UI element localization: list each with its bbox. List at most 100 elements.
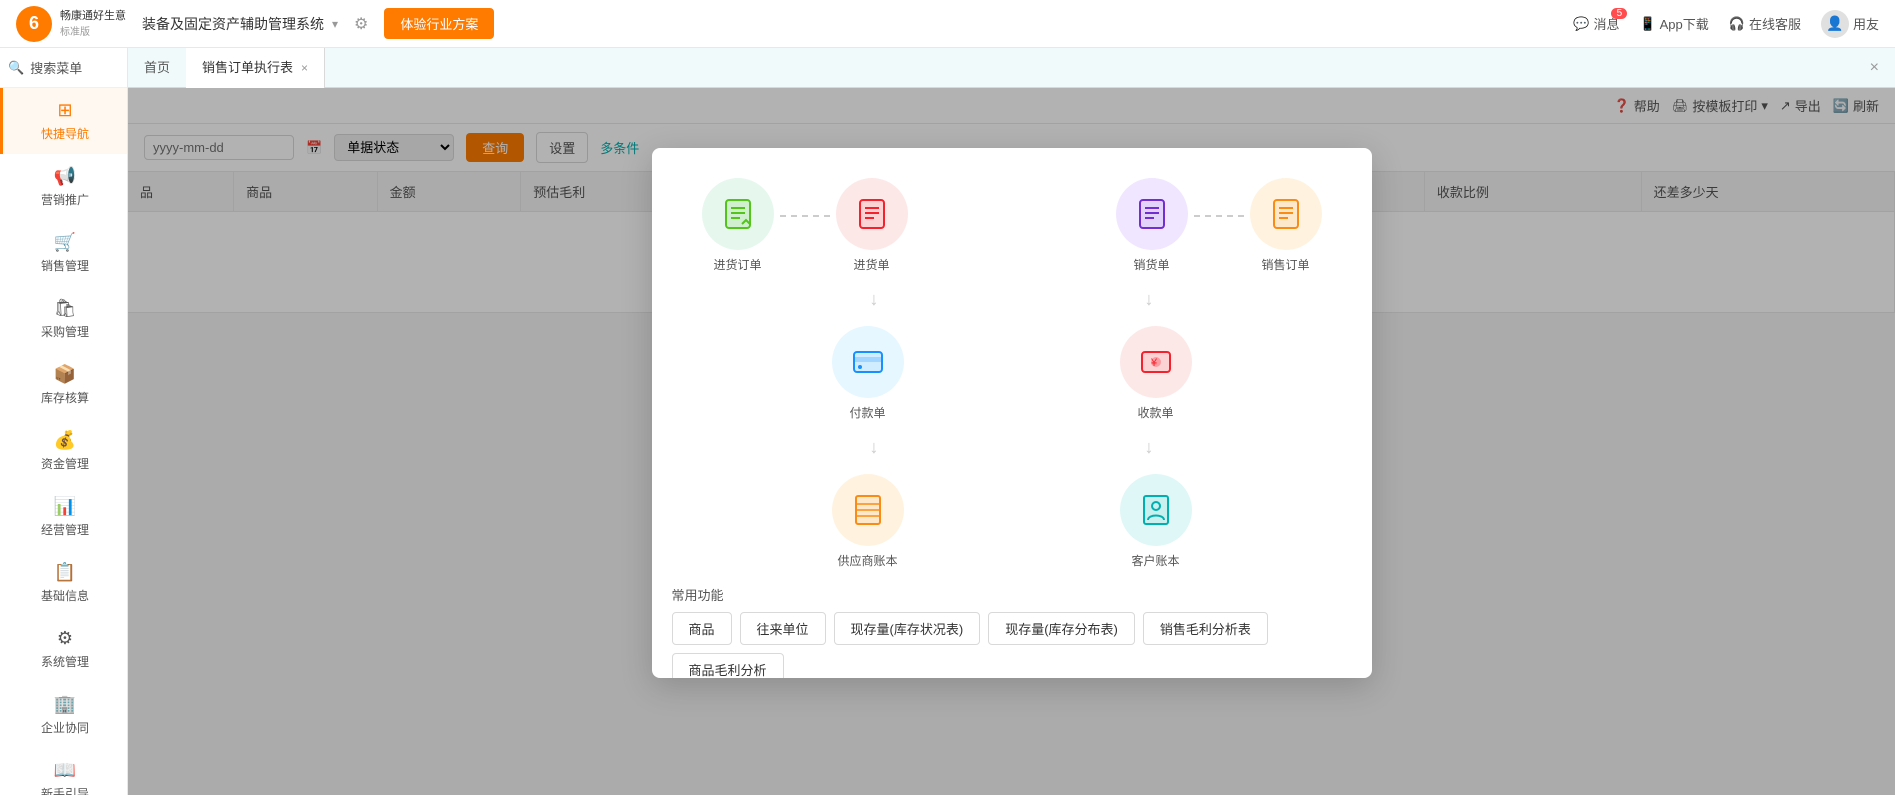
sidebar-item-purchase[interactable]: 🛍 采购管理	[0, 286, 127, 352]
message-badge: 5	[1611, 8, 1627, 19]
sys-mgmt-icon: ⚙	[57, 628, 73, 649]
user-item[interactable]: 👤 用友	[1821, 10, 1879, 38]
finance-icon: 💰	[54, 430, 76, 451]
logo-area: 6 畅康通好生意 标准版	[16, 6, 126, 42]
sales-icon: 🛒	[54, 232, 76, 253]
flow-row-2: 付款单 ¥ 收款单	[672, 326, 1352, 421]
purchase-icon: 🛍	[54, 298, 77, 319]
customer-ledger-label: 客户账本	[1131, 552, 1179, 569]
system-title-text: 装备及固定资产辅助管理系统	[142, 14, 324, 34]
sidebar-item-operations[interactable]: 📊 经营管理	[0, 484, 127, 550]
sidebar-item-sales[interactable]: 🛒 销售管理	[0, 220, 127, 286]
sidebar-item-basic-info[interactable]: 📋 基础信息	[0, 550, 127, 616]
tab-home[interactable]: 首页	[128, 48, 186, 88]
sidebar-item-label: 资金管理	[41, 455, 89, 472]
top-right-actions: 💬 消息 5 📱 App下载 🎧 在线客服 👤 用友	[1573, 10, 1879, 38]
payment-label: 付款单	[849, 404, 885, 421]
inventory-icon: 📦	[54, 364, 76, 385]
tab-bar: 首页 销售订单执行表 × ×	[128, 48, 1895, 88]
logo-text: 畅康通好生意	[60, 9, 126, 23]
supplier-ledger-label: 供应商账本	[837, 552, 897, 569]
arrow-sales-bill-to-order	[1194, 215, 1244, 217]
sidebar-item-quick-nav[interactable]: ⊞ 快捷导航	[0, 88, 127, 154]
message-icon: 💬	[1573, 16, 1589, 32]
online-service-item[interactable]: 🎧 在线客服	[1729, 14, 1801, 33]
content-body: ❓ 帮助 🖨 按模板打印 ▾ ↗ 导出 🔄 刷新	[128, 88, 1895, 795]
sales-bill-label: 销货单	[1133, 256, 1169, 273]
func-btn-product-margin[interactable]: 商品毛利分析	[672, 653, 784, 678]
sidebar-item-label: 营销推广	[41, 191, 89, 208]
flow-node-payment[interactable]: 付款单	[832, 326, 904, 421]
sidebar-item-inventory[interactable]: 📦 库存核算	[0, 352, 127, 418]
basic-info-icon: 📋	[54, 562, 76, 583]
func-btn-stock-dist[interactable]: 现存量(库存分布表)	[988, 612, 1135, 645]
sidebar-item-label: 销售管理	[41, 257, 89, 274]
search-menu-label: 搜索菜单	[30, 58, 82, 77]
flow-arrows-down: ↓ ↓	[672, 289, 1352, 310]
func-btn-products[interactable]: 商品	[672, 612, 732, 645]
modal-overlay[interactable]: 进货订单 进货单	[128, 88, 1895, 795]
sidebar-item-marketing[interactable]: 📢 营销推广	[0, 154, 127, 220]
sidebar-item-label: 快捷导航	[41, 125, 89, 142]
payment-circle	[832, 326, 904, 398]
customer-ledger-circle	[1120, 474, 1192, 546]
operations-icon: 📊	[54, 496, 76, 517]
flow-pair-purchase: 进货订单 进货单	[702, 178, 908, 273]
search-icon: 🔍	[8, 60, 24, 76]
supplier-ledger-circle	[832, 474, 904, 546]
system-dropdown-icon[interactable]: ▾	[332, 17, 338, 31]
func-btn-contacts[interactable]: 往来单位	[740, 612, 826, 645]
sidebar-item-enterprise[interactable]: 🏢 企业协同	[0, 682, 127, 748]
flow-node-sales-order[interactable]: 销售订单	[1250, 178, 1322, 273]
flow-node-supplier-ledger[interactable]: 供应商账本	[832, 474, 904, 569]
func-btn-sales-margin[interactable]: 销售毛利分析表	[1143, 612, 1268, 645]
sidebar-item-label: 采购管理	[41, 323, 89, 340]
flow-node-receipt[interactable]: ¥ 收款单	[1120, 326, 1192, 421]
logo-sub: 标准版	[60, 23, 126, 38]
flow-node-purchase-order[interactable]: 进货订单	[702, 178, 774, 273]
settings-icon[interactable]: ⚙	[354, 14, 368, 34]
top-bar: 6 畅康通好生意 标准版 装备及固定资产辅助管理系统 ▾ ⚙ 体验行业方案 💬 …	[0, 0, 1895, 48]
app-icon: 📱	[1639, 16, 1655, 32]
sidebar-item-label: 基础信息	[41, 587, 89, 604]
sidebar-item-label: 库存核算	[41, 389, 89, 406]
common-func-title: 常用功能	[672, 585, 1352, 604]
sidebar-item-label: 企业协同	[41, 719, 89, 736]
search-menu[interactable]: 🔍 搜索菜单	[0, 48, 127, 88]
service-icon: 🎧	[1729, 16, 1745, 32]
func-buttons-row-1: 商品 往来单位 现存量(库存状况表) 现存量(库存分布表) 销售毛利分析表 商品…	[672, 612, 1352, 678]
purchase-order-label: 进货订单	[713, 256, 761, 273]
flow-pair-sales: 销货单 销售订单	[1116, 178, 1322, 273]
app-container: 6 畅康通好生意 标准版 装备及固定资产辅助管理系统 ▾ ⚙ 体验行业方案 💬 …	[0, 0, 1895, 795]
sidebar-item-label: 系统管理	[41, 653, 89, 670]
arrow-down-receipt: ↓	[1145, 437, 1154, 458]
sidebar-item-sys-mgmt[interactable]: ⚙ 系统管理	[0, 616, 127, 682]
sidebar-item-new-guide[interactable]: 📖 新手引导	[0, 748, 127, 795]
tab-sales-order[interactable]: 销售订单执行表 ×	[186, 48, 325, 88]
trial-button[interactable]: 体验行业方案	[384, 8, 494, 39]
flow-row-1: 进货订单 进货单	[672, 168, 1352, 273]
receipt-circle: ¥	[1120, 326, 1192, 398]
purchase-order-circle	[702, 178, 774, 250]
service-label: 在线客服	[1749, 14, 1801, 33]
message-item[interactable]: 💬 消息 5	[1573, 14, 1619, 33]
app-download-item[interactable]: 📱 App下载	[1639, 14, 1708, 33]
flow-section: 进货订单 进货单	[672, 168, 1352, 569]
tab-close-icon[interactable]: ×	[301, 48, 308, 88]
func-btn-stock-status[interactable]: 现存量(库存状况表)	[834, 612, 981, 645]
purchase-bill-circle	[836, 178, 908, 250]
flow-node-purchase-bill[interactable]: 进货单	[836, 178, 908, 273]
window-close-button[interactable]: ×	[1870, 59, 1895, 77]
sales-order-circle	[1250, 178, 1322, 250]
content-area: 首页 销售订单执行表 × × ❓ 帮助 🖨 按模板打印	[128, 48, 1895, 795]
arrow-down-payment: ↓	[870, 437, 879, 458]
sidebar-item-label: 经营管理	[41, 521, 89, 538]
enterprise-icon: 🏢	[54, 694, 76, 715]
sidebar-item-finance[interactable]: 💰 资金管理	[0, 418, 127, 484]
arrow-down-sales: ↓	[1145, 289, 1154, 310]
modal: 进货订单 进货单	[652, 148, 1372, 678]
flow-node-customer-ledger[interactable]: 客户账本	[1120, 474, 1192, 569]
app-label: App下载	[1660, 14, 1709, 33]
flow-arrows-down-2: ↓ ↓	[672, 437, 1352, 458]
flow-node-sales-bill[interactable]: 销货单	[1116, 178, 1188, 273]
